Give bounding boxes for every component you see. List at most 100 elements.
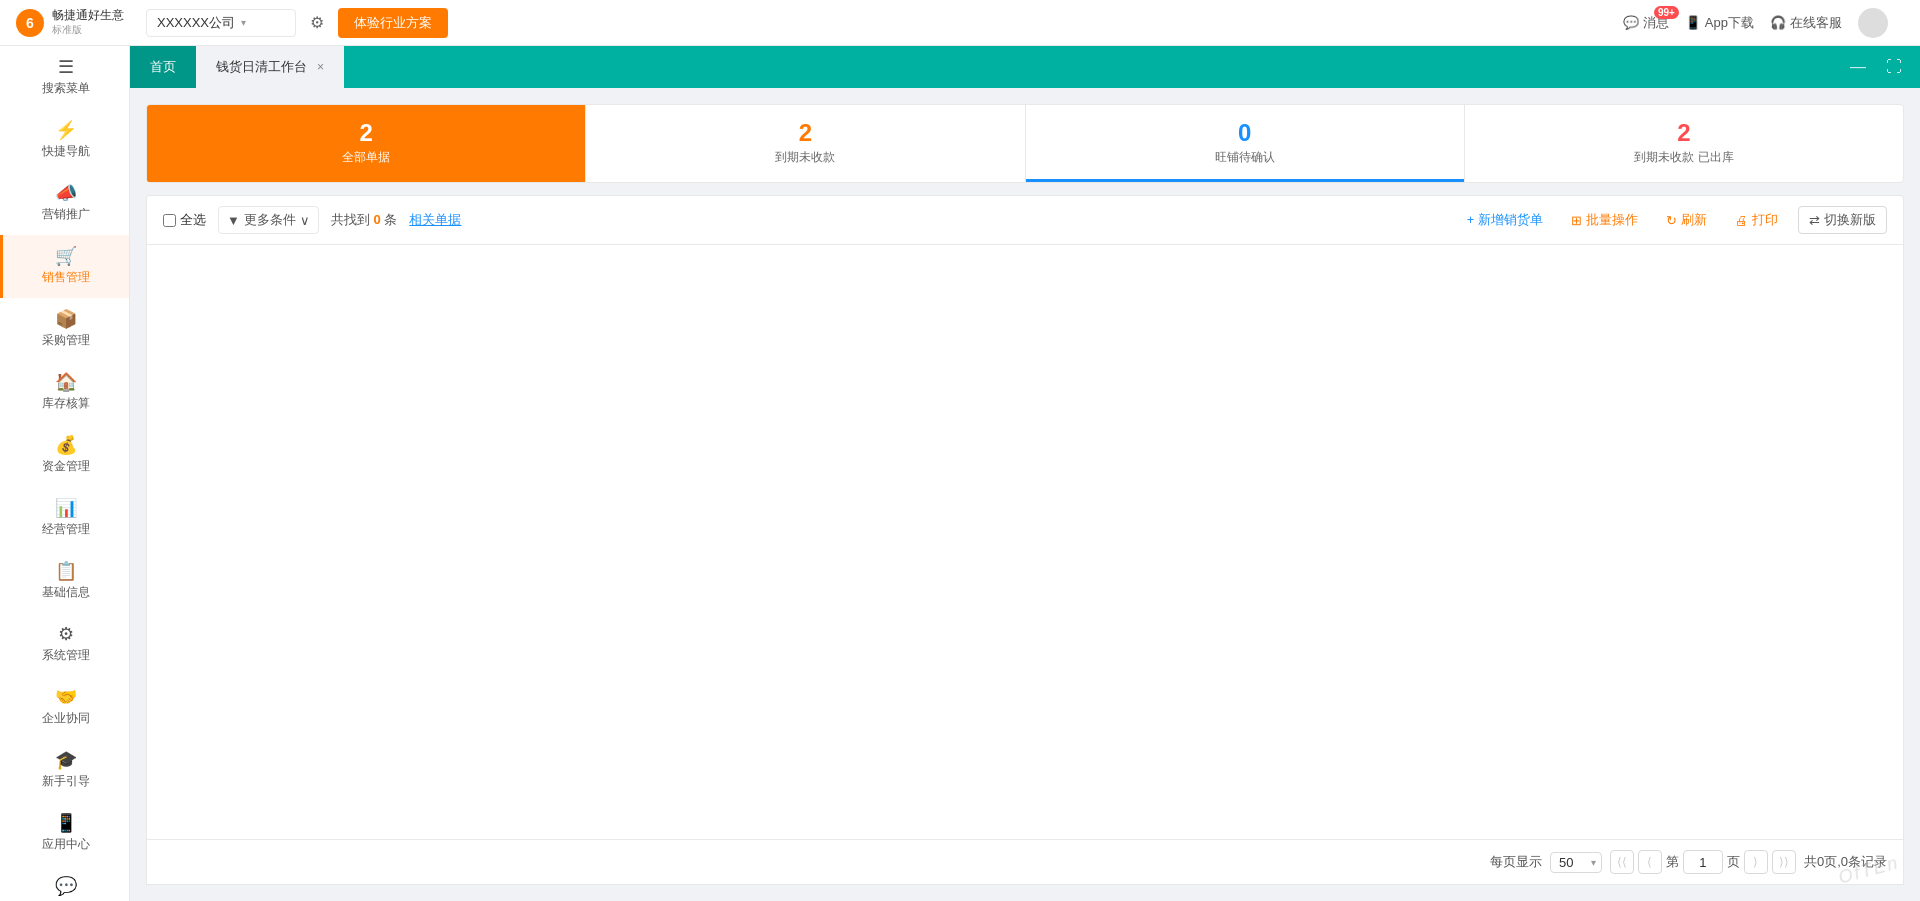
print-icon: 🖨 — [1735, 213, 1748, 228]
page-suffix: 页 — [1727, 853, 1740, 871]
select-all-checkbox[interactable] — [163, 214, 176, 227]
sidebar-item-9[interactable]: ⚙ 系统管理 — [0, 613, 129, 676]
sidebar-item-13[interactable]: 💬 企业微信 — [0, 865, 129, 901]
stat-indicator-all — [147, 179, 585, 182]
phone-icon: 📱 — [1685, 15, 1701, 30]
sidebar-item-4[interactable]: 📦 采购管理 — [0, 298, 129, 361]
logo-text-block: 畅捷通好生意 标准版 — [52, 8, 124, 38]
app-version: 标准版 — [52, 23, 124, 37]
tab-work-bench[interactable]: 钱货日清工作台 × — [196, 46, 344, 88]
sidebar-label-1: 快捷导航 — [42, 143, 90, 160]
sidebar-icon-1: ⚡ — [55, 121, 77, 139]
page-content: 2 全部单据 2 到期未收款 0 旺铺待确认 2 到期未收款 已出库 — [130, 88, 1920, 901]
page-input[interactable] — [1683, 850, 1723, 874]
tab-minimize-icon[interactable]: — — [1844, 56, 1872, 78]
tab-home-label: 首页 — [150, 58, 176, 76]
chevron-conditions-icon: ∨ — [300, 213, 310, 228]
select-all-text: 全选 — [180, 211, 206, 229]
online-service-label: 在线客服 — [1790, 14, 1842, 32]
message-btn[interactable]: 💬 消息 99+ — [1623, 14, 1669, 32]
sidebar-item-0[interactable]: ☰ 搜索菜单 — [0, 46, 129, 109]
trial-button[interactable]: 体验行业方案 — [338, 8, 448, 38]
sidebar-icon-6: 💰 — [55, 436, 77, 454]
sidebar-icon-8: 📋 — [55, 562, 77, 580]
batch-label: 批量操作 — [1586, 211, 1638, 229]
stat-label-due: 到期未收款 — [775, 149, 835, 166]
top-header: 6 畅捷通好生意 标准版 XXXXXX公司 ▾ ⚙ 体验行业方案 💬 消息 99… — [0, 0, 1920, 46]
sidebar-item-1[interactable]: ⚡ 快捷导航 — [0, 109, 129, 172]
tab-home[interactable]: 首页 — [130, 46, 196, 88]
online-service-btn[interactable]: 🎧 在线客服 — [1770, 14, 1842, 32]
tab-close-icon[interactable]: × — [317, 60, 324, 74]
tab-bar: 首页 钱货日清工作台 × — ⛶ — [130, 46, 1920, 88]
stat-count-due: 2 — [799, 121, 812, 145]
more-conditions-btn[interactable]: ▼ 更多条件 ∨ — [218, 206, 319, 234]
service-icon: 🎧 — [1770, 15, 1786, 30]
logo-area: 6 畅捷通好生意 标准版 — [16, 8, 146, 38]
stats-cards: 2 全部单据 2 到期未收款 0 旺铺待确认 2 到期未收款 已出库 — [146, 104, 1904, 183]
print-btn[interactable]: 🖨 打印 — [1727, 207, 1786, 233]
stat-count-all: 2 — [359, 121, 372, 145]
sidebar: ☰ 搜索菜单 ⚡ 快捷导航 📣 营销推广 🛒 销售管理 📦 采购管理 🏠 库存核… — [0, 46, 130, 901]
sidebar-label-4: 采购管理 — [42, 332, 90, 349]
last-page-btn[interactable]: ⟩⟩ — [1772, 850, 1796, 874]
found-unit: 条 — [384, 212, 397, 227]
sidebar-label-12: 应用中心 — [42, 836, 90, 853]
stat-count-shipped: 2 — [1677, 121, 1690, 145]
batch-btn[interactable]: ⊞ 批量操作 — [1563, 207, 1646, 233]
sidebar-label-2: 营销推广 — [42, 206, 90, 223]
sidebar-item-11[interactable]: 🎓 新手引导 — [0, 739, 129, 802]
stat-count-pending: 0 — [1238, 121, 1251, 145]
sidebar-label-7: 经营管理 — [42, 521, 90, 538]
sidebar-item-2[interactable]: 📣 营销推广 — [0, 172, 129, 235]
stat-indicator-shipped — [1465, 179, 1903, 182]
stat-card-shipped[interactable]: 2 到期未收款 已出库 — [1465, 105, 1903, 182]
app-name: 畅捷通好生意 — [52, 8, 124, 24]
pagination-bar: 每页显示 10 20 50 100 ⟨⟨ ⟨ 第 页 ⟩ ⟩⟩ — [146, 840, 1904, 885]
sidebar-item-7[interactable]: 📊 经营管理 — [0, 487, 129, 550]
stat-label-shipped: 到期未收款 已出库 — [1634, 149, 1733, 166]
sidebar-icon-13: 💬 — [55, 877, 77, 895]
add-order-btn[interactable]: + 新增销货单 — [1459, 207, 1551, 233]
company-name: XXXXXX公司 — [157, 14, 235, 32]
sidebar-icon-0: ☰ — [58, 58, 74, 76]
refresh-btn[interactable]: ↻ 刷新 — [1658, 207, 1715, 233]
toolbar-right: + 新增销货单 ⊞ 批量操作 ↻ 刷新 🖨 打印 ⇄ — [1459, 206, 1887, 234]
app-download-btn[interactable]: 📱 App下载 — [1685, 14, 1754, 32]
stat-card-due[interactable]: 2 到期未收款 — [586, 105, 1025, 182]
prev-page-btn[interactable]: ⟨ — [1638, 850, 1662, 874]
tab-bar-actions: — ⛶ — [1844, 56, 1920, 78]
print-label: 打印 — [1752, 211, 1778, 229]
per-page-select[interactable]: 10 20 50 100 — [1550, 852, 1602, 873]
stat-indicator-due — [586, 179, 1024, 182]
sidebar-item-8[interactable]: 📋 基础信息 — [0, 550, 129, 613]
company-selector[interactable]: XXXXXX公司 ▾ — [146, 9, 296, 37]
tab-maximize-icon[interactable]: ⛶ — [1880, 56, 1908, 78]
sidebar-label-8: 基础信息 — [42, 584, 90, 601]
related-link[interactable]: 相关单据 — [409, 211, 461, 229]
select-all-label[interactable]: 全选 — [163, 211, 206, 229]
page-label: 第 — [1666, 853, 1679, 871]
sidebar-item-10[interactable]: 🤝 企业协同 — [0, 676, 129, 739]
page-nav: ⟨⟨ ⟨ 第 页 ⟩ ⟩⟩ — [1610, 850, 1796, 874]
sidebar-item-6[interactable]: 💰 资金管理 — [0, 424, 129, 487]
next-page-btn[interactable]: ⟩ — [1744, 850, 1768, 874]
sidebar-icon-4: 📦 — [55, 310, 77, 328]
stat-label-pending: 旺铺待确认 — [1215, 149, 1275, 166]
sidebar-item-5[interactable]: 🏠 库存核算 — [0, 361, 129, 424]
first-page-btn[interactable]: ⟨⟨ — [1610, 850, 1634, 874]
sidebar-icon-7: 📊 — [55, 499, 77, 517]
app-download-label: App下载 — [1705, 14, 1754, 32]
sidebar-item-3[interactable]: 🛒 销售管理 — [0, 235, 129, 298]
per-page-select-wrapper[interactable]: 10 20 50 100 — [1550, 852, 1602, 873]
sidebar-label-6: 资金管理 — [42, 458, 90, 475]
avatar[interactable] — [1858, 8, 1888, 38]
sidebar-item-12[interactable]: 📱 应用中心 — [0, 802, 129, 865]
switch-version-btn[interactable]: ⇄ 切换新版 — [1798, 206, 1887, 234]
settings-icon[interactable]: ⚙ — [306, 9, 328, 36]
found-count: 0 — [374, 212, 381, 227]
sidebar-label-10: 企业协同 — [42, 710, 90, 727]
stat-card-all[interactable]: 2 全部单据 — [147, 105, 586, 182]
tab-workbench-label: 钱货日清工作台 — [216, 58, 307, 76]
stat-card-pending[interactable]: 0 旺铺待确认 — [1026, 105, 1465, 182]
